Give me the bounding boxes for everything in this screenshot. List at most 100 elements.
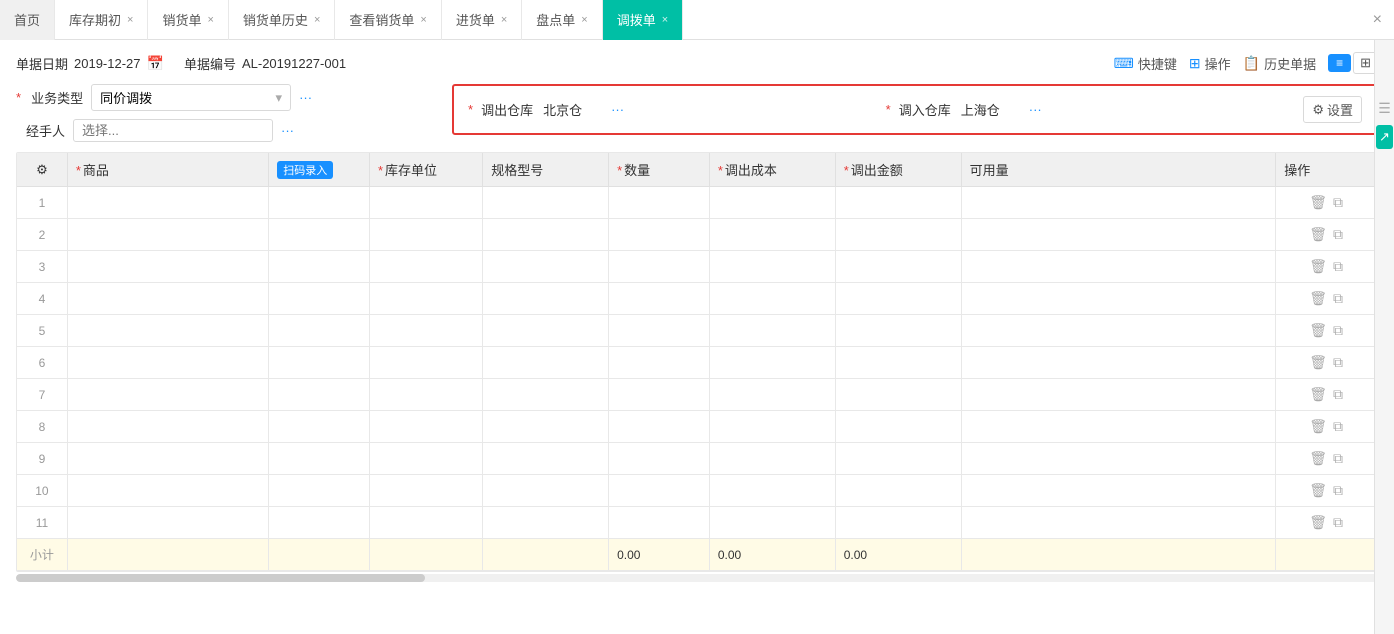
- cell-cost-5[interactable]: [709, 315, 835, 347]
- delete-icon-11[interactable]: 🗑: [1309, 514, 1327, 531]
- cell-product-10[interactable]: [67, 475, 268, 507]
- copy-icon-1[interactable]: ⧉: [1333, 194, 1343, 211]
- cell-qty-10[interactable]: [609, 475, 710, 507]
- tab-sales-order[interactable]: 销货单 ×: [148, 0, 228, 40]
- horizontal-scrollbar[interactable]: [16, 574, 1378, 582]
- cell-amount-5[interactable]: [835, 315, 961, 347]
- delete-icon-7[interactable]: 🗑: [1309, 386, 1327, 403]
- cell-cost-8[interactable]: [709, 411, 835, 443]
- cell-spec-11[interactable]: [483, 507, 609, 539]
- cell-unit-11[interactable]: [369, 507, 482, 539]
- copy-icon-9[interactable]: ⧉: [1333, 450, 1343, 467]
- cell-product-11[interactable]: [67, 507, 268, 539]
- tab-close-sales-order[interactable]: ×: [207, 14, 213, 26]
- delete-icon-1[interactable]: 🗑: [1309, 194, 1327, 211]
- tab-close-sales-history[interactable]: ×: [314, 14, 320, 26]
- cell-qty-3[interactable]: [609, 251, 710, 283]
- cell-spec-1[interactable]: [483, 187, 609, 219]
- tab-sales-history[interactable]: 销货单历史 ×: [229, 0, 335, 40]
- delete-icon-8[interactable]: 🗑: [1309, 418, 1327, 435]
- copy-icon-8[interactable]: ⧉: [1333, 418, 1343, 435]
- business-type-more-btn[interactable]: ···: [299, 90, 312, 105]
- delete-icon-3[interactable]: 🗑: [1309, 258, 1327, 275]
- cell-cost-1[interactable]: [709, 187, 835, 219]
- cell-product-6[interactable]: [67, 347, 268, 379]
- tab-purchase-order[interactable]: 进货单 ×: [442, 0, 522, 40]
- tab-close-purchase-order[interactable]: ×: [501, 14, 507, 26]
- tab-close-transfer[interactable]: ×: [662, 14, 668, 26]
- shortcut-button[interactable]: ⌨ 快捷键: [1114, 54, 1177, 73]
- copy-icon-2[interactable]: ⧉: [1333, 226, 1343, 243]
- cell-spec-9[interactable]: [483, 443, 609, 475]
- tab-inventory-init[interactable]: 库存期初 ×: [55, 0, 148, 40]
- delete-icon-5[interactable]: 🗑: [1309, 322, 1327, 339]
- copy-icon-10[interactable]: ⧉: [1333, 482, 1343, 499]
- delete-icon-2[interactable]: 🗑: [1309, 226, 1327, 243]
- cell-cost-11[interactable]: [709, 507, 835, 539]
- layout-list-button[interactable]: ≡: [1328, 54, 1351, 72]
- cell-unit-6[interactable]: [369, 347, 482, 379]
- cell-qty-6[interactable]: [609, 347, 710, 379]
- delete-icon-6[interactable]: 🗑: [1309, 354, 1327, 371]
- cell-unit-9[interactable]: [369, 443, 482, 475]
- cell-product-1[interactable]: [67, 187, 268, 219]
- tab-close-inventory-init[interactable]: ×: [127, 14, 133, 26]
- cell-product-2[interactable]: [67, 219, 268, 251]
- cell-spec-4[interactable]: [483, 283, 609, 315]
- cell-amount-6[interactable]: [835, 347, 961, 379]
- copy-icon-11[interactable]: ⧉: [1333, 514, 1343, 531]
- cell-qty-8[interactable]: [609, 411, 710, 443]
- cell-product-9[interactable]: [67, 443, 268, 475]
- th-gear[interactable]: ⚙: [17, 153, 67, 187]
- cell-spec-7[interactable]: [483, 379, 609, 411]
- business-type-select[interactable]: 同价调拨 ▾: [91, 84, 291, 111]
- warehouse-in-more-btn[interactable]: ···: [1029, 102, 1042, 117]
- delete-icon-10[interactable]: 🗑: [1309, 482, 1327, 499]
- cell-product-4[interactable]: [67, 283, 268, 315]
- window-close-button[interactable]: ×: [1361, 11, 1394, 29]
- cell-unit-5[interactable]: [369, 315, 482, 347]
- th-scan[interactable]: 扫码录入: [269, 153, 370, 187]
- history-button[interactable]: 📋 历史单据: [1243, 54, 1316, 73]
- cell-product-5[interactable]: [67, 315, 268, 347]
- cell-spec-5[interactable]: [483, 315, 609, 347]
- copy-icon-6[interactable]: ⧉: [1333, 354, 1343, 371]
- cell-qty-4[interactable]: [609, 283, 710, 315]
- cell-qty-9[interactable]: [609, 443, 710, 475]
- cell-amount-2[interactable]: [835, 219, 961, 251]
- sidebar-list-icon[interactable]: ☰: [1378, 100, 1391, 117]
- delete-icon-9[interactable]: 🗑: [1309, 450, 1327, 467]
- cell-amount-9[interactable]: [835, 443, 961, 475]
- cell-product-7[interactable]: [67, 379, 268, 411]
- person-more-btn[interactable]: ···: [281, 123, 294, 138]
- cell-unit-1[interactable]: [369, 187, 482, 219]
- cell-product-8[interactable]: [67, 411, 268, 443]
- cell-amount-3[interactable]: [835, 251, 961, 283]
- delete-icon-4[interactable]: 🗑: [1309, 290, 1327, 307]
- sidebar-export-icon[interactable]: ↗: [1376, 125, 1393, 149]
- cell-cost-6[interactable]: [709, 347, 835, 379]
- cell-amount-7[interactable]: [835, 379, 961, 411]
- cell-cost-10[interactable]: [709, 475, 835, 507]
- cell-cost-2[interactable]: [709, 219, 835, 251]
- ops-button[interactable]: ⊞ 操作: [1189, 54, 1231, 73]
- copy-icon-4[interactable]: ⧉: [1333, 290, 1343, 307]
- cell-unit-2[interactable]: [369, 219, 482, 251]
- cell-spec-2[interactable]: [483, 219, 609, 251]
- tab-home[interactable]: 首页: [0, 0, 55, 40]
- cell-spec-3[interactable]: [483, 251, 609, 283]
- cell-qty-2[interactable]: [609, 219, 710, 251]
- tab-stock-count[interactable]: 盘点单 ×: [522, 0, 602, 40]
- cell-cost-7[interactable]: [709, 379, 835, 411]
- tab-close-stock-count[interactable]: ×: [581, 14, 587, 26]
- cell-unit-3[interactable]: [369, 251, 482, 283]
- cell-amount-8[interactable]: [835, 411, 961, 443]
- cell-qty-1[interactable]: [609, 187, 710, 219]
- person-input[interactable]: [73, 119, 273, 142]
- cell-amount-10[interactable]: [835, 475, 961, 507]
- cell-unit-10[interactable]: [369, 475, 482, 507]
- cell-amount-11[interactable]: [835, 507, 961, 539]
- cell-cost-9[interactable]: [709, 443, 835, 475]
- scan-button[interactable]: 扫码录入: [277, 161, 333, 179]
- cell-amount-1[interactable]: [835, 187, 961, 219]
